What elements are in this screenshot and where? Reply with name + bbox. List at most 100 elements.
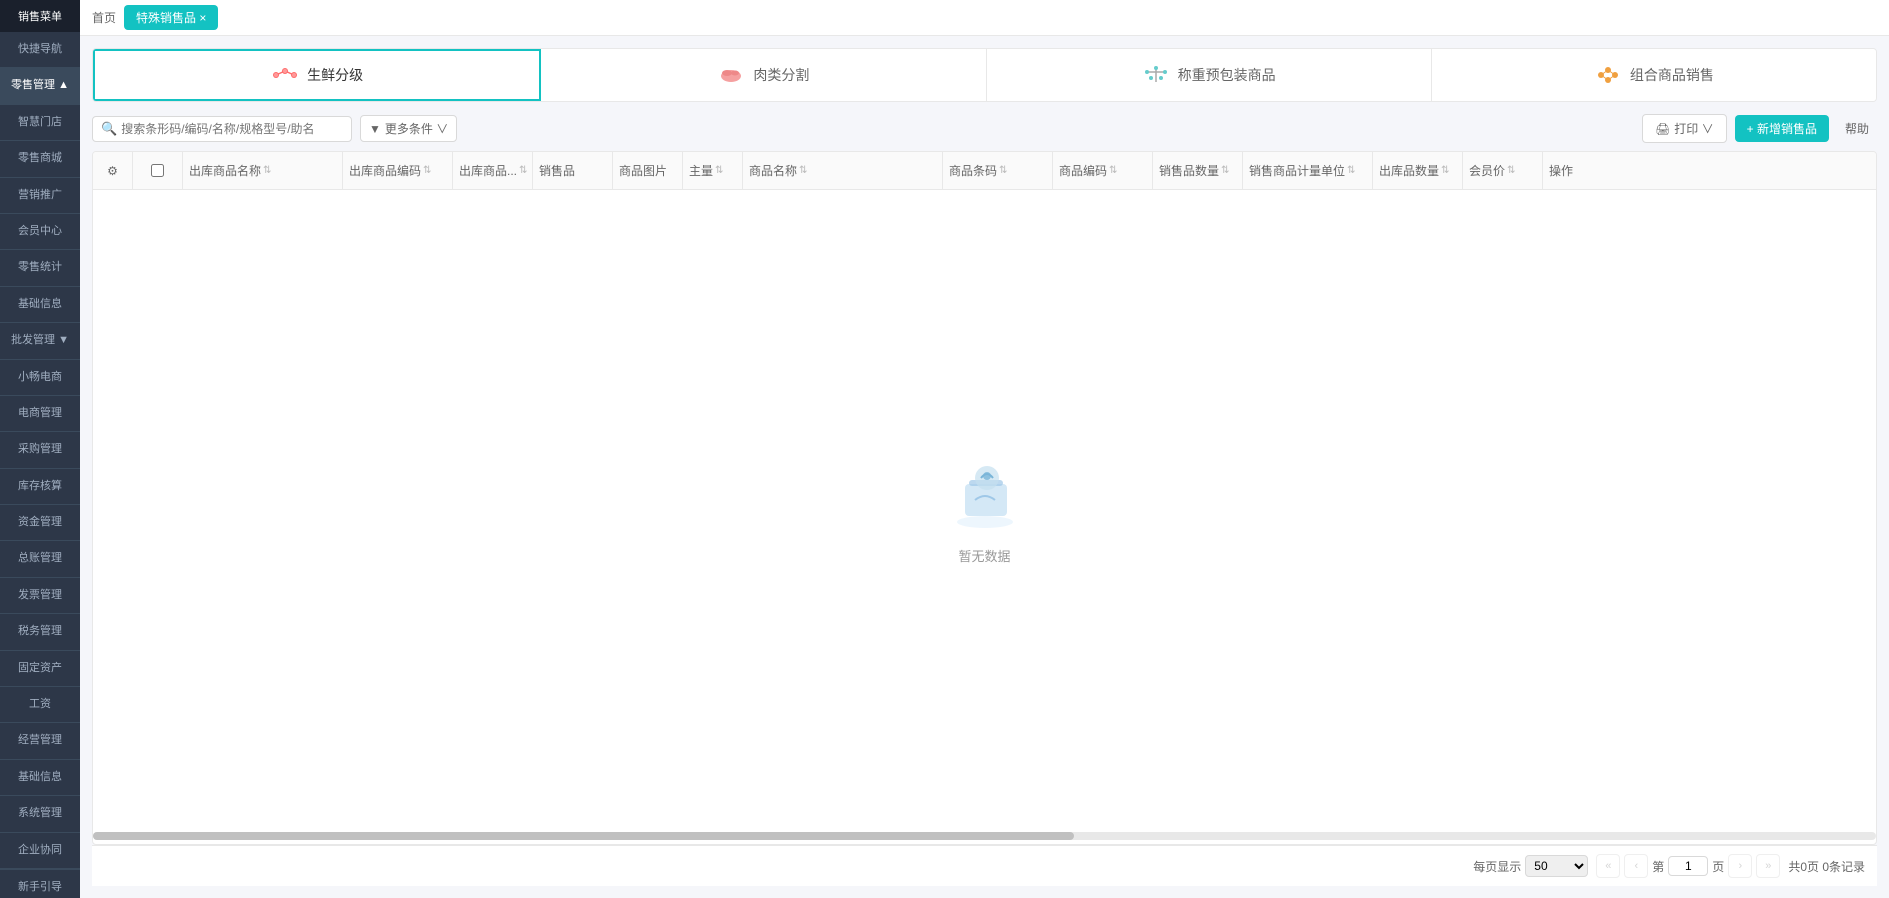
search-input[interactable] [121,122,343,136]
sidebar-item-operations-mgmt[interactable]: 经营管理 [0,723,80,759]
sidebar-item-enterprise-collab[interactable]: 企业协同 [0,833,80,869]
sidebar-item-smart-store[interactable]: 智慧门店 [0,105,80,141]
sort-icon-7[interactable]: ⇅ [1109,165,1117,176]
sidebar-item-ecommerce-mgmt[interactable]: 电商管理 [0,396,80,432]
sidebar-item-inventory[interactable]: 库存核算 [0,469,80,505]
select-all-checkbox[interactable] [151,164,164,177]
toolbar-left: 🔍 ▼ 更多条件 ∨ [92,115,457,142]
sidebar-item-salary[interactable]: 工资 [0,687,80,723]
sidebar-item-basic-info-1[interactable]: 基础信息 [0,287,80,323]
empty-state-icon [945,454,1025,534]
sidebar-item-retail-stats[interactable]: 零售统计 [0,250,80,286]
th-out-code: 出库商品编码 ⇅ [343,152,453,189]
sidebar-item-retail-mgmt[interactable]: 零售管理 ▲ [0,68,80,104]
th-main-weight: 主量 ⇅ [683,152,743,189]
th-barcode: 商品条码 ⇅ [943,152,1053,189]
sort-icon[interactable]: ⇅ [263,165,271,176]
last-page-button[interactable]: » [1756,854,1780,878]
tab-combo-sales[interactable]: 组合商品销售 [1432,49,1876,101]
horizontal-scrollbar[interactable] [93,832,1876,840]
add-sale-button[interactable]: + 新增销售品 [1735,115,1829,142]
settings-icon: ⚙ [107,164,118,178]
active-tab[interactable]: 特殊销售品 × [124,5,218,30]
search-box[interactable]: 🔍 [92,116,352,142]
sidebar-item-fixed-assets[interactable]: 固定资产 [0,651,80,687]
sidebar-item-ecommerce-small[interactable]: 小畅电商 [0,360,80,396]
table-header: ⚙ 出库商品名称 ⇅ 出库商品编码 ⇅ 出库商品... ⇅ [93,152,1876,190]
sidebar-item-retail-mall[interactable]: 零售商城 [0,141,80,177]
sort-icon-10[interactable]: ⇅ [1441,165,1449,176]
sidebar-item-purchase-mgmt[interactable]: 采购管理 [0,432,80,468]
empty-text: 暂无数据 [958,546,1010,565]
sort-icon-11[interactable]: ⇅ [1507,165,1515,176]
next-page-button[interactable]: › [1728,854,1752,878]
sidebar-item-marketing[interactable]: 营销推广 [0,178,80,214]
filter-button[interactable]: ▼ 更多条件 ∨ [360,115,457,142]
prev-page-button[interactable]: ‹ [1624,854,1648,878]
search-icon: 🔍 [101,121,117,137]
th-out-qty: 出库品数量 ⇅ [1373,152,1463,189]
sidebar-item-tax-mgmt[interactable]: 税务管理 [0,614,80,650]
sidebar-item-basic-info-2[interactable]: 基础信息 [0,760,80,796]
help-button[interactable]: 帮助 [1837,116,1877,141]
sidebar-item-wholesale-mgmt[interactable]: 批发管理 ▼ [0,323,80,359]
main-area: 首页 特殊销售品 × [80,0,1889,898]
sort-icon-4[interactable]: ⇅ [715,165,723,176]
content-area: 生鲜分级 肉类分割 [80,36,1889,898]
sidebar-item-quick-nav[interactable]: 快捷导航 [0,32,80,68]
pagination-bar: 每页显示 20 50 100 « ‹ 第 页 › » 共0页 0条记录 [92,845,1877,886]
page-navigation: « ‹ 第 页 › » [1596,854,1780,878]
topbar: 首页 特殊销售品 × [80,0,1889,36]
printer-icon: 🖨 [1655,122,1670,136]
tab-weight-prepack[interactable]: 称重预包装商品 [987,49,1432,101]
th-out-spec: 出库商品... ⇅ [453,152,533,189]
sidebar-item-general-ledger[interactable]: 总账管理 [0,541,80,577]
print-button[interactable]: 🖨 打印 ∨ [1642,114,1727,143]
th-action: 操作 [1543,152,1876,189]
sidebar-item-invoice-mgmt[interactable]: 发票管理 [0,578,80,614]
first-page-button[interactable]: « [1596,854,1620,878]
th-member-price: 会员价 ⇅ [1463,152,1543,189]
sort-icon-3[interactable]: ⇅ [519,165,527,176]
meat-division-icon [717,65,745,85]
page-size-select[interactable]: 20 50 100 [1525,855,1588,877]
page-number-input[interactable] [1668,856,1708,876]
table-container: ⚙ 出库商品名称 ⇅ 出库商品编码 ⇅ 出库商品... ⇅ [92,151,1877,845]
sort-icon-8[interactable]: ⇅ [1221,165,1229,176]
th-out-name: 出库商品名称 ⇅ [183,152,343,189]
page-label: 第 [1652,858,1664,875]
sidebar-item-finance[interactable]: 资金管理 [0,505,80,541]
weight-prepack-icon [1142,65,1170,85]
th-settings[interactable]: ⚙ [93,152,133,189]
sort-icon-9[interactable]: ⇅ [1347,165,1355,176]
toolbar: 🔍 ▼ 更多条件 ∨ 🖨 打印 ∨ + 新增销售品 帮助 [92,114,1877,143]
sidebar: 销售菜单 快捷导航 零售管理 ▲ 智慧门店 零售商城 营销推广 会员中心 零售统… [0,0,80,898]
sort-icon-2[interactable]: ⇅ [423,165,431,176]
sidebar-new-guide[interactable]: 新手引导 [0,869,80,898]
empty-state: 暂无数据 [93,190,1876,828]
th-goods-name: 商品名称 ⇅ [743,152,943,189]
category-tabs: 生鲜分级 肉类分割 [92,48,1877,102]
tab-fresh-grade[interactable]: 生鲜分级 [93,49,541,101]
filter-icon: ▼ [369,122,381,136]
sidebar-item-system-mgmt[interactable]: 系统管理 [0,796,80,832]
sort-icon-6[interactable]: ⇅ [999,165,1007,176]
th-sale-goods: 销售品 [533,152,613,189]
scrollbar-thumb[interactable] [93,832,1074,840]
page-suffix: 页 [1712,858,1724,875]
sidebar-logo: 销售菜单 [0,0,80,32]
sort-icon-5[interactable]: ⇅ [799,165,807,176]
home-tab[interactable]: 首页 [92,9,116,26]
th-goods-code: 商品编码 ⇅ [1053,152,1153,189]
fresh-grade-icon [271,65,299,85]
total-info: 共0页 0条记录 [1788,858,1865,875]
sidebar-item-member-center[interactable]: 会员中心 [0,214,80,250]
toolbar-right: 🖨 打印 ∨ + 新增销售品 帮助 [1642,114,1877,143]
combo-sales-icon [1594,65,1622,85]
th-checkbox[interactable] [133,152,183,189]
th-sale-unit: 销售商品计量单位 ⇅ [1243,152,1373,189]
page-size-selector: 每页显示 20 50 100 [1473,855,1588,877]
tab-meat-division[interactable]: 肉类分割 [541,49,986,101]
th-image: 商品图片 [613,152,683,189]
th-sale-qty: 销售品数量 ⇅ [1153,152,1243,189]
